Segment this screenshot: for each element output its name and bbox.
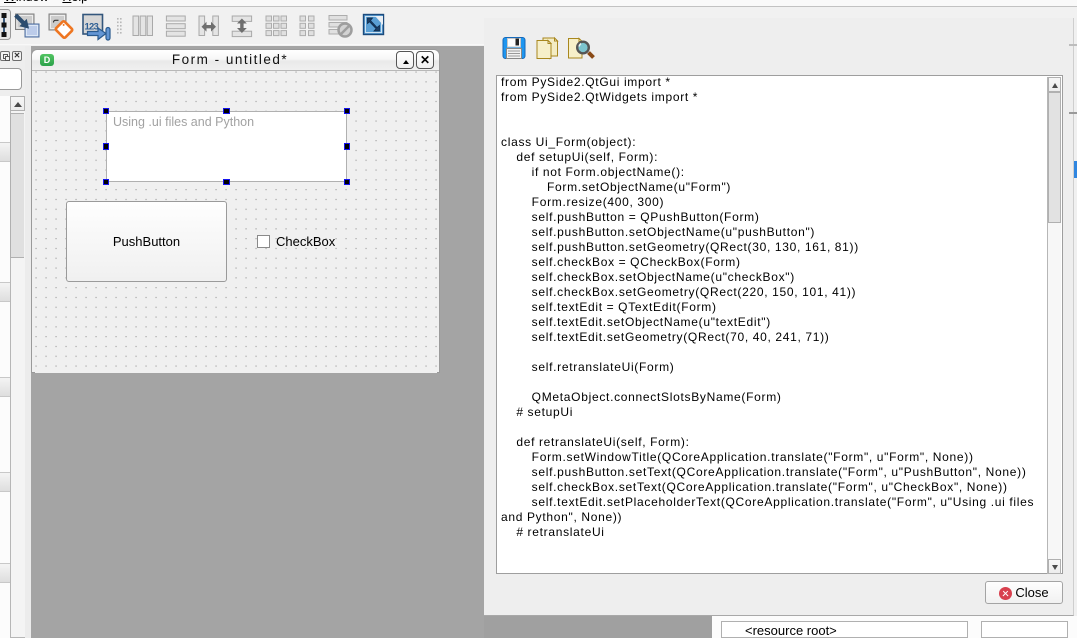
svg-text:123: 123 bbox=[85, 21, 99, 32]
